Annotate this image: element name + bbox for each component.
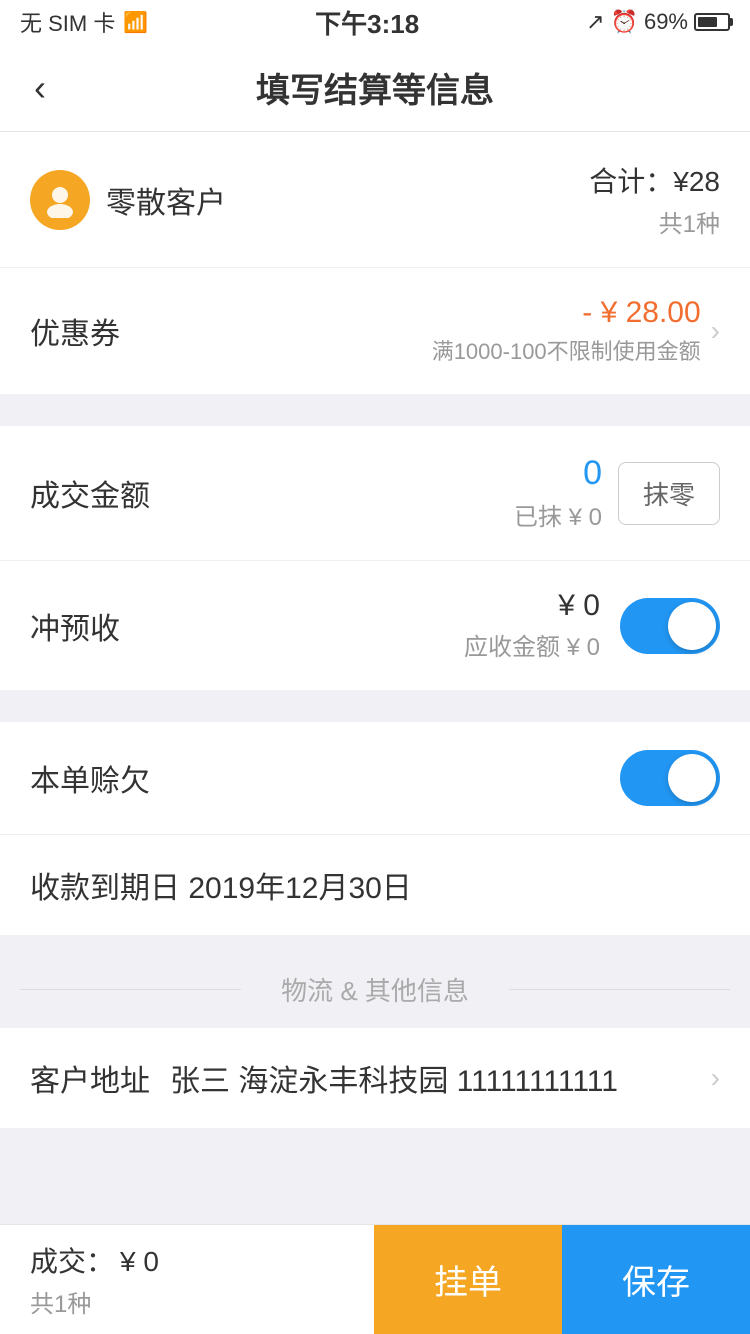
coupon-amount: - ¥ 28.00 [432,296,701,330]
prereceive-value-area: ¥ 0 应收金额 ¥ 0 [464,589,600,662]
bottom-deal-label: 成交： [30,1240,114,1280]
wifi-icon: 📶 [123,10,148,35]
content: 零散客户 合计：¥28 共1种 优惠券 - ¥ 28.00 满1000-100不… [0,132,750,1264]
address-chevron-icon: › [711,1062,720,1094]
address-label: 客户地址 [30,1056,150,1100]
logistics-text: 物流 & 其他信息 [281,971,469,1008]
prereceive-amount: ¥ 0 [464,589,600,623]
customer-section: 零散客户 合计：¥28 共1种 优惠券 - ¥ 28.00 满1000-100不… [0,132,750,394]
bottom-count: 共1种 [30,1284,344,1319]
status-bar: 无 SIM 卡 📶 下午3:18 ↗ ⏰ 69% [0,0,750,44]
debt-section: 本单赊欠 收款到期日 2019年12月30日 [0,722,750,935]
customer-avatar [30,170,90,230]
customer-name: 零散客户 [106,178,226,222]
battery-fill [698,17,717,27]
back-button[interactable]: ‹ [24,57,56,119]
prereceive-right: ¥ 0 应收金额 ¥ 0 [464,589,720,662]
logistics-line-right [509,989,730,990]
save-button[interactable]: 保存 [562,1225,750,1334]
round-zero-button[interactable]: 抹零 [618,462,720,525]
status-right: ↗ ⏰ 69% [586,9,730,35]
status-time: 下午3:18 [315,4,419,41]
bottom-bar: 成交： ¥ 0 共1种 挂单 保存 [0,1224,750,1334]
coupon-desc: 满1000-100不限制使用金额 [432,334,701,366]
prereceive-receivable: 应收金额 ¥ 0 [464,627,600,662]
section-divider-2 [0,706,750,722]
debt-row: 本单赊欠 [0,722,750,834]
nav-bar: ‹ 填写结算等信息 [0,44,750,132]
address-row[interactable]: 客户地址 张三 海淀永丰科技园 11111111111 › [0,1028,750,1128]
duedate-content: 收款到期日 2019年12月30日 [30,872,412,905]
deal-amount-row: 成交金额 0 已抹 ¥ 0 抹零 [0,426,750,560]
page-title: 填写结算等信息 [256,63,494,112]
debt-label: 本单赊欠 [30,756,150,800]
battery-percent: 69% [644,9,688,35]
pending-button[interactable]: 挂单 [374,1225,562,1334]
deal-value-area: 0 已抹 ¥ 0 [514,454,602,532]
logistics-divider: 物流 & 其他信息 [0,951,750,1028]
address-section: 客户地址 张三 海淀永丰科技园 11111111111 › [0,1028,750,1128]
coupon-label: 优惠券 [30,309,120,353]
customer-count: 共1种 [589,204,720,239]
section-divider-1 [0,410,750,426]
bottom-summary: 成交： ¥ 0 共1种 [0,1240,374,1319]
alarm-icon: ⏰ [611,9,638,35]
deal-amount-label: 成交金额 [30,471,150,515]
status-left: 无 SIM 卡 📶 [20,6,148,38]
location-icon: ↗ [586,9,604,35]
logistics-line-left [20,989,241,990]
deal-amount-value: 0 [514,454,602,493]
deal-section: 成交金额 0 已抹 ¥ 0 抹零 冲预收 ¥ 0 应收金额 ¥ 0 [0,426,750,690]
battery-bar [694,13,730,31]
coupon-row[interactable]: 优惠券 - ¥ 28.00 满1000-100不限制使用金额 › [0,267,750,394]
toggle-circle [668,602,716,650]
customer-left: 零散客户 [30,170,226,230]
coupon-right: - ¥ 28.00 满1000-100不限制使用金额 › [432,296,720,366]
bottom-deal-value: ¥ 0 [120,1246,159,1278]
prereceive-row: 冲预收 ¥ 0 应收金额 ¥ 0 [0,560,750,690]
prereceive-toggle[interactable] [620,598,720,654]
deal-rounded-label: 已抹 ¥ 0 [514,497,602,532]
customer-row: 零散客户 合计：¥28 共1种 [0,132,750,267]
customer-right: 合计：¥28 共1种 [589,160,720,239]
address-value: 张三 海淀永丰科技园 11111111111 [170,1056,711,1100]
debt-toggle[interactable] [620,750,720,806]
duedate-row: 收款到期日 2019年12月30日 [0,834,750,935]
customer-total: 合计：¥28 [589,160,720,200]
prereceive-label: 冲预收 [30,604,120,648]
bottom-deal-row: 成交： ¥ 0 [30,1240,344,1280]
deal-right: 0 已抹 ¥ 0 抹零 [514,454,720,532]
coupon-chevron-icon: › [711,315,720,347]
coupon-value-area: - ¥ 28.00 满1000-100不限制使用金额 [432,296,701,366]
sim-signal: 无 SIM 卡 [20,6,115,38]
debt-toggle-circle [668,754,716,802]
